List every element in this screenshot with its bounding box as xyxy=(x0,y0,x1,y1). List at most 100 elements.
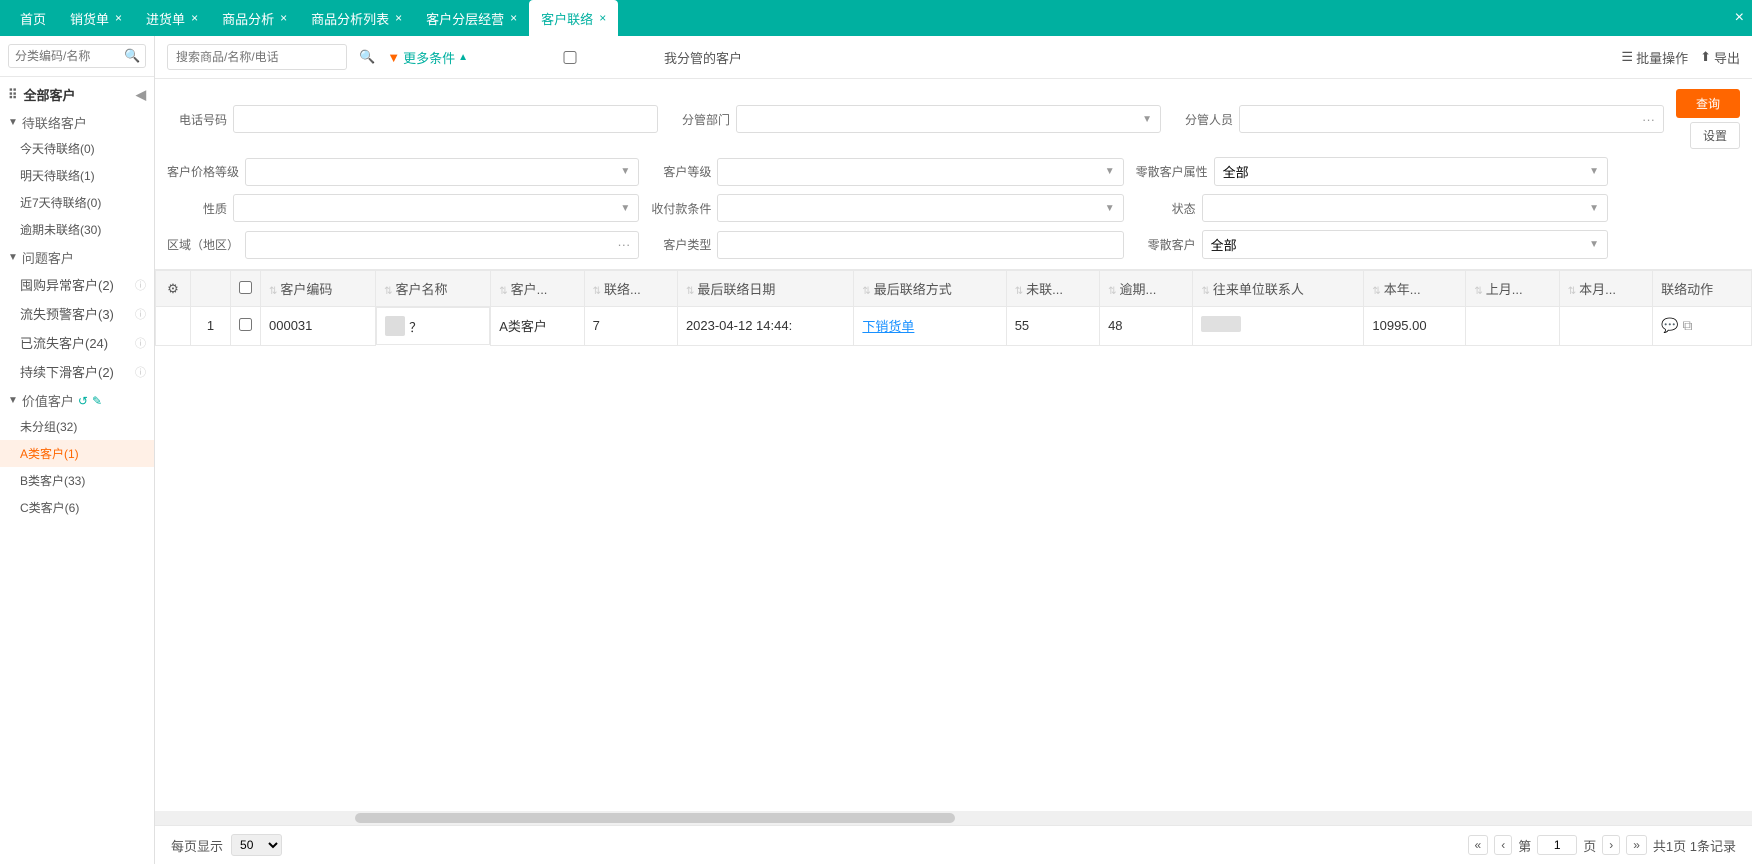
nav-product-analysis[interactable]: 商品分析 × xyxy=(210,0,299,36)
sidebar-item-overdue-contact[interactable]: 逾期未联络(30) xyxy=(0,216,154,243)
sidebar-item-class-b[interactable]: B类客户(33) xyxy=(0,467,154,494)
first-page-button[interactable]: « xyxy=(1468,835,1489,855)
customers-table: ⚙ 客户编码 客户名称 客户... 联络... 最后联络日期 最后联络方式 未联… xyxy=(155,270,1752,346)
sidebar-item-churned[interactable]: 已流失客户(24)ⓘ xyxy=(0,328,154,357)
th-last-contact-method[interactable]: 最后联络方式 xyxy=(854,271,1006,307)
next-page-button[interactable]: › xyxy=(1602,835,1620,855)
batch-op-button[interactable]: ☰ 批量操作 xyxy=(1621,48,1688,67)
more-conditions-button[interactable]: ▼ 更多条件 ▲ xyxy=(387,48,468,67)
sidebar-item-7days-pending[interactable]: 近7天待联络(0) xyxy=(0,189,154,216)
search-input[interactable] xyxy=(167,44,347,70)
nav-home[interactable]: 首页 xyxy=(8,0,58,36)
arrow-value-customers: ▼ xyxy=(8,395,18,406)
filter-person-dots[interactable]: ··· xyxy=(1642,112,1655,127)
sidebar-item-tomorrow-pending[interactable]: 明天待联络(1) xyxy=(0,162,154,189)
sidebar-item-class-c[interactable]: C类客户(6) xyxy=(0,494,154,521)
filter-nature: 性质 ▼ xyxy=(167,194,639,222)
filter-price-level-select[interactable]: ▼ xyxy=(245,158,639,186)
th-contact-count[interactable]: 联络... xyxy=(584,271,677,307)
prev-page-button[interactable]: ‹ xyxy=(1494,835,1512,855)
last-page-button[interactable]: » xyxy=(1626,835,1647,855)
th-this-year[interactable]: 本年... xyxy=(1364,271,1466,307)
filter-retail-customer-select[interactable]: 全部 ▼ xyxy=(1202,230,1608,259)
gear-icon[interactable]: ⚙ xyxy=(167,281,179,296)
nav-product-analysis-close[interactable]: × xyxy=(280,11,287,25)
row-checkbox[interactable] xyxy=(239,318,252,331)
filter-status-select[interactable]: ▼ xyxy=(1202,194,1608,222)
sidebar-collapse-icon[interactable]: ◀ xyxy=(136,87,146,103)
th-customer-type[interactable]: 客户... xyxy=(491,271,584,307)
action-chat-icon[interactable]: 💬 xyxy=(1661,317,1678,334)
nav-purchase-close[interactable]: × xyxy=(191,11,198,25)
td-last-contact-method: 下销货单 xyxy=(854,307,1006,346)
action-link-icon[interactable]: ⧉ xyxy=(1683,317,1693,334)
th-customer-name[interactable]: 客户名称 xyxy=(376,271,491,307)
sidebar-item-today-pending[interactable]: 今天待联络(0) xyxy=(0,135,154,162)
filter-retail-attr-label: 零散客户属性 xyxy=(1136,163,1208,180)
th-last-month[interactable]: 上月... xyxy=(1466,271,1559,307)
page-input[interactable] xyxy=(1537,835,1577,855)
nav-customer-contact[interactable]: 客户联络 × xyxy=(529,0,618,36)
sidebar-all-customers-header[interactable]: ⠿ 全部客户 ◀ xyxy=(0,77,154,108)
search-button[interactable]: 🔍 xyxy=(359,49,375,65)
select-all-checkbox[interactable] xyxy=(239,281,252,294)
total-records-label: 共1页 1条记录 xyxy=(1653,836,1736,855)
th-this-month[interactable]: 本月... xyxy=(1559,271,1652,307)
filter-customer-level-select[interactable]: ▼ xyxy=(717,158,1123,186)
sidebar-item-hoarding-anomaly[interactable]: 囤购异常客户(2)ⓘ xyxy=(0,270,154,299)
filter-customer-type-input[interactable] xyxy=(717,231,1123,259)
last-contact-method-link[interactable]: 下销货单 xyxy=(862,319,914,334)
td-contact-count: 7 xyxy=(584,307,677,346)
filter-person-select[interactable]: ··· xyxy=(1239,105,1664,133)
filter-phone-label: 电话号码 xyxy=(167,111,227,128)
filter-payment-select[interactable]: ▼ xyxy=(717,194,1123,222)
th-unit-contact[interactable]: 往来单位联系人 xyxy=(1193,271,1364,307)
filter-region-dots[interactable]: ··· xyxy=(617,237,630,252)
settings-button[interactable]: 设置 xyxy=(1690,122,1740,149)
nav-customer-tier-label: 客户分层经营 xyxy=(426,9,504,28)
filter-region-select[interactable]: ··· xyxy=(245,231,639,259)
td-not-contacted: 55 xyxy=(1006,307,1099,346)
scrollbar-thumb[interactable] xyxy=(355,813,955,823)
group-label-problem-customers: 问题客户 xyxy=(22,248,74,267)
filter-payment-label: 收付款条件 xyxy=(651,200,711,217)
filter-dept-select[interactable]: ▼ xyxy=(736,105,1161,133)
filter-phone-input[interactable] xyxy=(233,105,658,133)
nav-sales[interactable]: 销货单 × xyxy=(58,0,134,36)
filter-row-2: 客户价格等级 ▼ 客户等级 ▼ 零散客户属性 全部 xyxy=(167,157,1740,186)
sidebar-search-icon[interactable]: 🔍 xyxy=(124,48,140,64)
sidebar-item-class-a[interactable]: A类客户(1) xyxy=(0,440,154,467)
value-customers-edit[interactable]: ✎ xyxy=(92,394,102,408)
value-customers-refresh[interactable]: ↺ xyxy=(78,394,88,408)
nav-purchase[interactable]: 进货单 × xyxy=(134,0,210,36)
th-last-contact-date[interactable]: 最后联络日期 xyxy=(677,271,853,307)
nav-purchase-label: 进货单 xyxy=(146,9,185,28)
sidebar-group-value-customers[interactable]: ▼ 价值客户 ↺ ✎ xyxy=(0,386,154,413)
filter-retail-customer-value: 全部 xyxy=(1211,235,1237,254)
sidebar-item-unclassified[interactable]: 未分组(32) xyxy=(0,413,154,440)
nav-customer-contact-close[interactable]: × xyxy=(599,11,606,25)
sidebar-item-declining[interactable]: 持续下滑客户(2)ⓘ xyxy=(0,357,154,386)
my-customers-checkbox[interactable] xyxy=(480,51,660,64)
sidebar-group-problem-customers[interactable]: ▼ 问题客户 xyxy=(0,243,154,270)
th-overdue[interactable]: 逾期... xyxy=(1100,271,1193,307)
sidebar-group-pending-contact[interactable]: ▼ 待联络客户 xyxy=(0,108,154,135)
my-customers-checkbox-label[interactable]: 我分管的客户 xyxy=(480,48,742,67)
nav-product-analysis-list-close[interactable]: × xyxy=(395,11,402,25)
th-customer-code[interactable]: 客户编码 xyxy=(261,271,376,307)
query-button[interactable]: 查询 xyxy=(1676,89,1740,118)
nav-product-analysis-list[interactable]: 商品分析列表 × xyxy=(299,0,414,36)
sidebar-item-churn-warning[interactable]: 流失预警客户(3)ⓘ xyxy=(0,299,154,328)
th-not-contacted[interactable]: 未联... xyxy=(1006,271,1099,307)
td-last-contact-date: 2023-04-12 14:44: xyxy=(677,307,853,346)
nav-sales-close[interactable]: × xyxy=(115,11,122,25)
nav-customer-tier-close[interactable]: × xyxy=(510,11,517,25)
close-all-tabs[interactable]: × xyxy=(1735,9,1744,27)
per-page-select[interactable]: 50 100 200 xyxy=(231,834,282,856)
nav-customer-tier[interactable]: 客户分层经营 × xyxy=(414,0,529,36)
filter-retail-attr-select[interactable]: 全部 ▼ xyxy=(1214,157,1608,186)
export-button[interactable]: ⬆ 导出 xyxy=(1700,48,1740,67)
my-customers-label: 我分管的客户 xyxy=(664,48,742,67)
filter-nature-select[interactable]: ▼ xyxy=(233,194,639,222)
horizontal-scrollbar[interactable] xyxy=(155,811,1752,825)
